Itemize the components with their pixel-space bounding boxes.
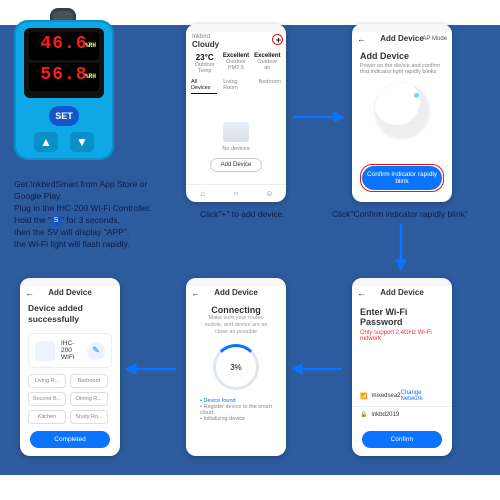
wifi-password-row[interactable]: 🔒 inkbd2019 bbox=[352, 406, 452, 422]
reading-bottom: 56.8 %RH bbox=[29, 63, 99, 91]
device-image bbox=[375, 83, 429, 137]
device-card: IHC-200 WIFI ✎ bbox=[28, 333, 112, 368]
arrow-right-1 bbox=[292, 110, 344, 124]
header-title: Add Device bbox=[186, 286, 286, 297]
step1-instructions: Get InkbirdSmart from App Store or Googl… bbox=[14, 178, 174, 250]
set-icon-inline: S bbox=[51, 216, 61, 226]
down-button[interactable]: ▼ bbox=[70, 132, 94, 152]
room-tabs[interactable]: All Devices Living Room Bedroom bbox=[186, 76, 286, 94]
device-thumb-icon bbox=[35, 341, 55, 361]
arrow-left-2 bbox=[126, 362, 178, 376]
header-title: Add Device bbox=[20, 286, 120, 297]
step1-line3: Hold the "S" for 3 seconds, bbox=[14, 214, 174, 226]
success-heading: Device added successfully bbox=[20, 297, 120, 327]
progress-ring: 3% bbox=[213, 344, 259, 390]
back-icon[interactable]: ← bbox=[25, 288, 34, 298]
connecting-heading: Connecting bbox=[194, 305, 278, 315]
wifi-ssid: mixedsea2 bbox=[371, 393, 400, 399]
status-bar bbox=[186, 24, 286, 32]
progress-percent: 3% bbox=[216, 347, 256, 387]
nav-smart-icon[interactable]: ○ bbox=[219, 185, 252, 202]
room-chip[interactable]: Second B... bbox=[28, 392, 66, 406]
back-icon[interactable]: ← bbox=[357, 34, 366, 44]
add-icon-highlight bbox=[272, 34, 283, 45]
step3-instruction: Click"Confirm indicator rapidly blink" bbox=[332, 208, 468, 220]
box-icon bbox=[223, 122, 249, 142]
wifi-icon: 📶 bbox=[360, 393, 367, 400]
tab-all[interactable]: All Devices bbox=[191, 79, 217, 94]
wifi-password: inkbd2019 bbox=[371, 412, 399, 418]
controller-device: 46.6 %RH 56.8 %RH SET ▲ ▼ bbox=[14, 8, 114, 163]
empty-state: No devices Add Device bbox=[186, 94, 286, 172]
arrow-left-1 bbox=[292, 362, 344, 376]
edit-icon[interactable]: ✎ bbox=[87, 342, 105, 360]
nav-home-icon[interactable]: ⌂ bbox=[186, 185, 219, 202]
connecting-sub: Make sure your router, mobile, and devic… bbox=[194, 315, 278, 336]
step1-line2: Plug in the IHC-200 Wi-Fi Controller. bbox=[14, 202, 174, 214]
step1-line4: then the SV will display "APP", bbox=[14, 226, 174, 238]
reading-top-unit: %RH bbox=[85, 34, 96, 58]
room-grid: Living R... Bedroom Second B... Dining R… bbox=[20, 374, 120, 424]
home-header: Inkbird Cloudy bbox=[186, 32, 286, 51]
reading-bottom-value: 56.8 bbox=[40, 65, 87, 85]
phone-connecting: ← Add Device Connecting Make sure your r… bbox=[186, 278, 286, 456]
room-chip[interactable]: Study Ro... bbox=[70, 410, 108, 424]
info-cards: 23°COutdoor Temp ExcellentOutdoor PM2.5 … bbox=[186, 51, 286, 76]
tab-living[interactable]: Living Room bbox=[223, 79, 252, 94]
confirm-highlight: Confirm indicator rapidly blink bbox=[360, 164, 444, 192]
tab-bedroom[interactable]: Bedroom bbox=[259, 79, 281, 94]
up-button[interactable]: ▲ bbox=[34, 132, 58, 152]
lock-icon: 🔒 bbox=[360, 411, 367, 418]
change-network-link[interactable]: Change Network bbox=[401, 390, 445, 402]
back-icon[interactable]: ← bbox=[357, 288, 366, 298]
completed-button[interactable]: Completed bbox=[30, 431, 110, 448]
device-body: 46.6 %RH 56.8 %RH SET ▲ ▼ bbox=[14, 20, 114, 160]
device-name: IHC-200 WIFI bbox=[61, 340, 81, 361]
arrow-down bbox=[394, 222, 408, 270]
nav-me-icon[interactable]: ☺ bbox=[253, 185, 286, 202]
wifi-confirm-button[interactable]: Confirm bbox=[362, 431, 442, 448]
step1-line5: the Wi-Fi light will flash rapidly. bbox=[14, 238, 174, 250]
add-heading: Add Device bbox=[360, 51, 444, 61]
room-chip[interactable]: Dining R... bbox=[70, 392, 108, 406]
reading-top: 46.6 %RH bbox=[29, 32, 99, 60]
step1-line1: Get InkbirdSmart from App Store or Googl… bbox=[14, 178, 174, 202]
wifi-warning: Only support 2.4GHz Wi-Fi network bbox=[360, 327, 444, 342]
room-chip[interactable]: Bedroom bbox=[70, 374, 108, 388]
ap-mode-link[interactable]: AP Mode bbox=[422, 36, 447, 42]
status-bar bbox=[352, 24, 452, 32]
phone-success: ← Add Device Device added successfully I… bbox=[20, 278, 120, 456]
room-chip[interactable]: Kitchen bbox=[28, 410, 66, 424]
reading-top-value: 46.6 bbox=[40, 34, 87, 54]
wifi-heading: Enter Wi-Fi Password bbox=[360, 307, 444, 327]
reading-bottom-unit: %RH bbox=[85, 65, 96, 89]
phone-add-device: ← Add Device AP Mode Add Device Power on… bbox=[352, 24, 452, 202]
back-icon[interactable]: ← bbox=[191, 288, 200, 298]
status-bar bbox=[352, 278, 452, 286]
connect-steps: • Device found • Register device to the … bbox=[186, 394, 286, 426]
weather-title: Cloudy bbox=[192, 40, 280, 49]
header-title: Add Device bbox=[352, 286, 452, 297]
empty-label: No devices bbox=[186, 146, 286, 152]
confirm-blink-button[interactable]: Confirm indicator rapidly blink bbox=[362, 166, 442, 190]
phone-wifi: ← Add Device Enter Wi-Fi Password Only s… bbox=[352, 278, 452, 456]
bottom-nav[interactable]: ⌂ ○ ☺ bbox=[186, 184, 286, 202]
add-sub: Power on the device and confirm that ind… bbox=[360, 61, 444, 75]
wifi-ssid-row[interactable]: 📶 mixedsea2 Change Network bbox=[352, 386, 452, 406]
phone-home: Inkbird Cloudy + 23°COutdoor Temp Excell… bbox=[186, 24, 286, 202]
status-bar bbox=[186, 278, 286, 286]
step2-instruction: Click"+" to add device. bbox=[200, 208, 285, 220]
set-button[interactable]: SET bbox=[49, 106, 79, 126]
status-bar bbox=[20, 278, 120, 286]
device-screen: 46.6 %RH 56.8 %RH bbox=[24, 28, 104, 98]
room-chip[interactable]: Living R... bbox=[28, 374, 66, 388]
add-device-button[interactable]: Add Device bbox=[210, 158, 263, 172]
